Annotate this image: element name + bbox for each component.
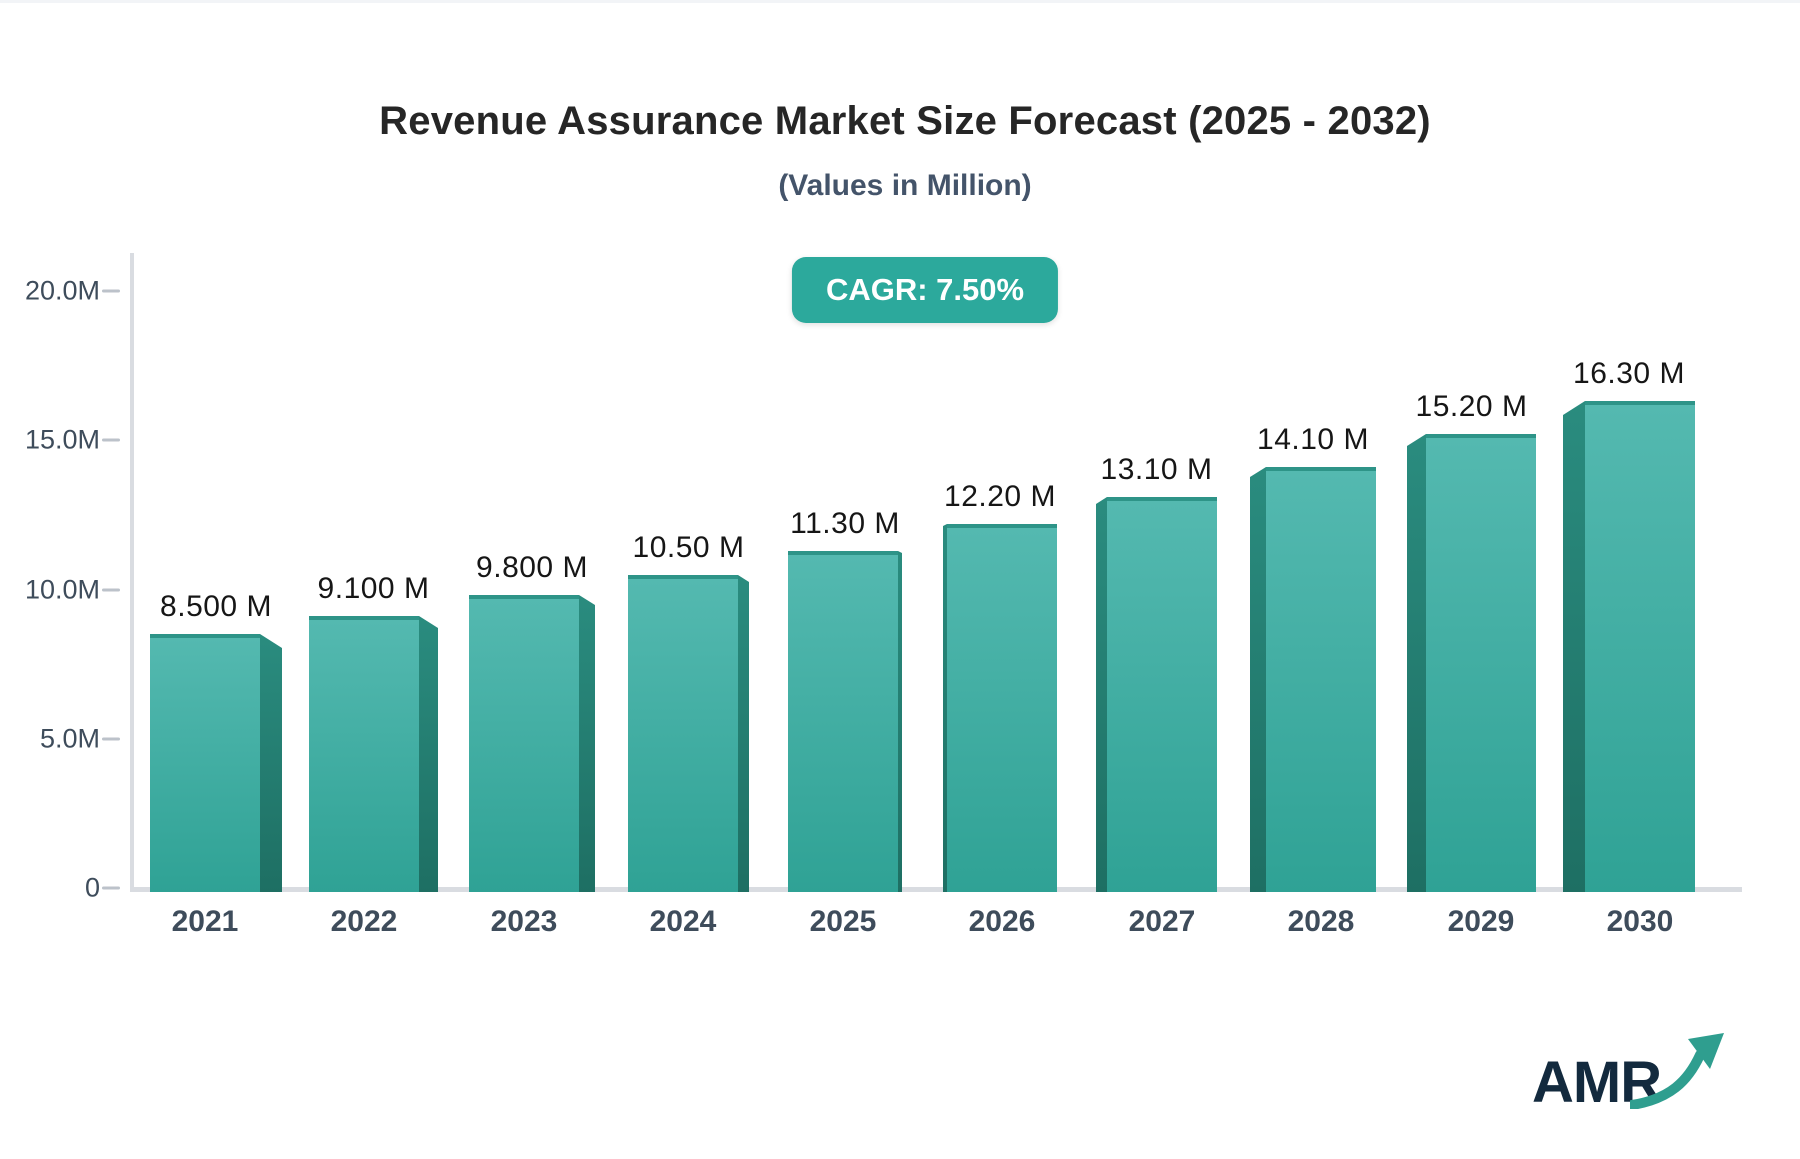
bar-3d-side bbox=[738, 575, 749, 892]
bar-face bbox=[469, 595, 579, 892]
cagr-badge: CAGR: 7.50% bbox=[791, 257, 1059, 323]
bar-group: 9.800 M bbox=[469, 551, 595, 892]
bar-group: 8.500 M bbox=[150, 590, 282, 892]
bar-3d-side bbox=[260, 634, 282, 892]
bar-group: 9.100 M bbox=[309, 572, 438, 892]
chart-title: Revenue Assurance Market Size Forecast (… bbox=[379, 99, 1431, 143]
y-axis-tick-mark bbox=[102, 588, 120, 591]
y-axis-tick-mark bbox=[102, 737, 120, 741]
bar-value-label: 13.10 M bbox=[1100, 453, 1213, 486]
bar-face bbox=[628, 575, 738, 892]
bar-group: 11.30 M bbox=[788, 507, 902, 892]
bar-value-label: 12.20 M bbox=[944, 480, 1056, 513]
y-axis-tick-label: 10.0M bbox=[24, 574, 100, 604]
y-axis-tick-label: 15.0M bbox=[24, 424, 100, 455]
bar-group: 14.10 M bbox=[1250, 423, 1376, 892]
bar-group: 15.20 M bbox=[1407, 390, 1536, 892]
bar-face bbox=[309, 616, 419, 892]
bar-face bbox=[150, 634, 260, 892]
bar-3d-side bbox=[1563, 401, 1585, 892]
bar-group: 16.30 M bbox=[1563, 357, 1695, 892]
y-axis-tick-label: 0 bbox=[84, 872, 100, 903]
bar-group: 10.50 M bbox=[628, 531, 749, 892]
x-axis-year-label: 2030 bbox=[1606, 905, 1674, 938]
bar-3d-side bbox=[419, 616, 438, 892]
bar-value-label: 15.20 M bbox=[1415, 390, 1528, 423]
chart-subtitle: (Values in Million) bbox=[778, 169, 1032, 202]
bar-value-label: 9.800 M bbox=[476, 551, 588, 584]
bar-3d-side bbox=[1407, 434, 1426, 892]
bar-value-label: 16.30 M bbox=[1573, 357, 1685, 390]
bar-face bbox=[947, 524, 1057, 892]
bar-face bbox=[1426, 434, 1536, 892]
growth-arrow-icon bbox=[1630, 1033, 1724, 1109]
bar-group: 12.20 M bbox=[943, 480, 1057, 892]
amr-logo: AMR bbox=[1532, 1031, 1732, 1126]
bar-group: 13.10 M bbox=[1096, 453, 1217, 892]
bar-3d-side bbox=[1096, 497, 1107, 892]
y-axis-tick-mark bbox=[102, 438, 120, 442]
bar-3d-side bbox=[579, 595, 595, 892]
y-axis-tick-mark bbox=[102, 886, 120, 890]
bar-value-label: 9.100 M bbox=[317, 572, 430, 605]
bar-face bbox=[1107, 497, 1217, 892]
bar-3d-side bbox=[943, 524, 947, 892]
bar-3d-side bbox=[898, 551, 902, 892]
bar-value-label: 14.10 M bbox=[1257, 423, 1369, 456]
page: Revenue Assurance Market Size Forecast (… bbox=[0, 0, 1800, 1159]
y-axis-tick-mark bbox=[102, 289, 120, 293]
bar-value-label: 10.50 M bbox=[632, 531, 745, 564]
y-axis-tick-label: 20.0M bbox=[24, 275, 100, 306]
bar-face bbox=[1266, 467, 1376, 892]
bar-value-label: 8.500 M bbox=[160, 590, 272, 623]
bar-value-label: 11.30 M bbox=[790, 507, 900, 540]
y-axis-line bbox=[130, 253, 134, 890]
y-axis-tick-label: 5.0M bbox=[39, 723, 100, 754]
bar-face bbox=[1585, 401, 1695, 892]
bar-3d-side bbox=[1250, 467, 1266, 892]
bar-face bbox=[788, 551, 898, 892]
